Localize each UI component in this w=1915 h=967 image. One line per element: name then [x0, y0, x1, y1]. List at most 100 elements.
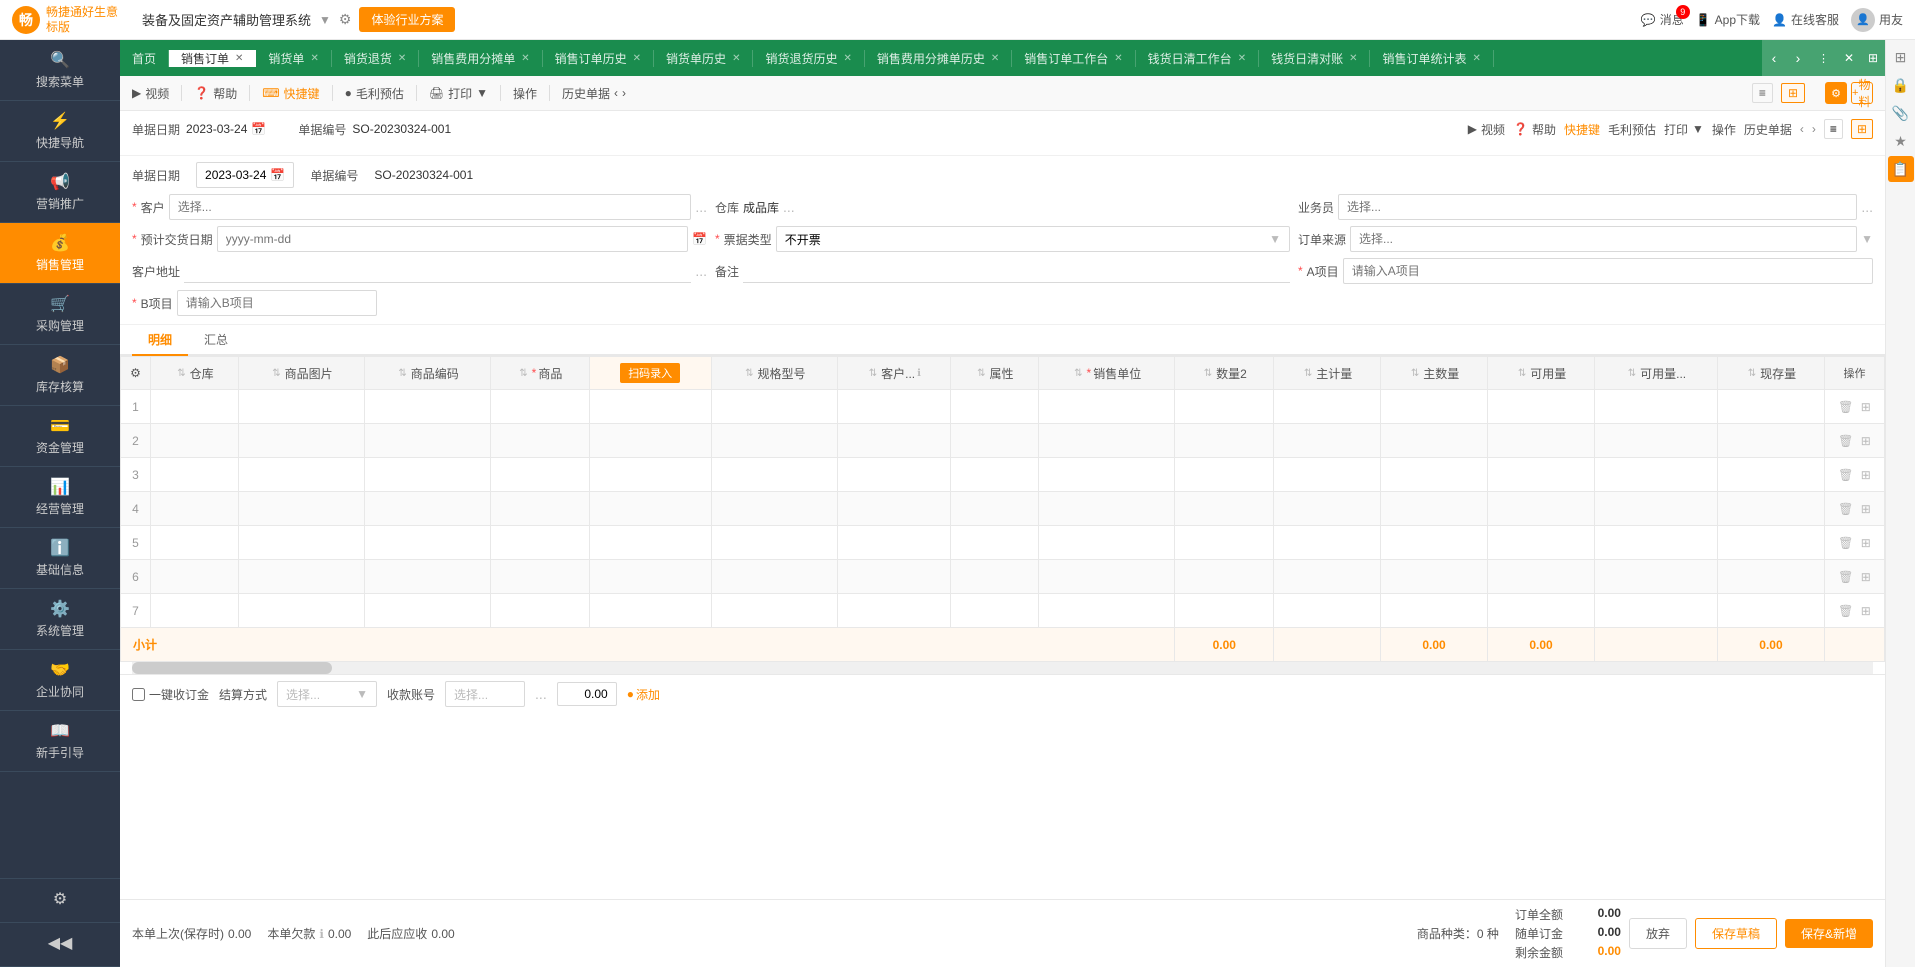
row-product-code-2[interactable] — [365, 424, 491, 458]
account-ellipsis[interactable]: ... — [535, 686, 547, 702]
row-main-qty-3[interactable] — [1381, 458, 1488, 492]
row-qty2-2[interactable] — [1175, 424, 1274, 458]
row-main-unit-2[interactable] — [1274, 424, 1381, 458]
row-main-qty-7[interactable] — [1381, 594, 1488, 628]
row-main-qty-5[interactable] — [1381, 526, 1488, 560]
row-attribute-1[interactable] — [950, 390, 1038, 424]
row-main-unit-1[interactable] — [1274, 390, 1381, 424]
col-product[interactable]: ⇅*商品 — [491, 357, 590, 390]
grid-view-btn2[interactable]: ⊞ — [1851, 119, 1873, 139]
row-product-6[interactable] — [491, 560, 590, 594]
row-stock-6[interactable] — [1717, 560, 1824, 594]
row-available-7[interactable] — [1488, 594, 1595, 628]
tab-summary[interactable]: 汇总 — [188, 325, 244, 356]
sidebar-item-3[interactable]: 💰销售管理 — [0, 223, 120, 284]
tab-more-btn[interactable]: ⋮ — [1810, 40, 1837, 76]
row-available-1[interactable] — [1488, 390, 1595, 424]
row-stock-7[interactable] — [1717, 594, 1824, 628]
scan-btn[interactable]: 扫码录入 — [620, 363, 680, 383]
row-product-code-1[interactable] — [365, 390, 491, 424]
row-product-code-3[interactable] — [365, 458, 491, 492]
row-action-2[interactable]: 🗑 ⊞ — [1825, 424, 1885, 458]
row-copy-4[interactable]: ⊞ — [1861, 502, 1871, 516]
row-available-5[interactable] — [1488, 526, 1595, 560]
row-sales-unit-3[interactable] — [1038, 458, 1175, 492]
row-product-img-1[interactable] — [238, 390, 364, 424]
col-scan[interactable]: 扫码录入 — [589, 357, 711, 390]
payment-method-select[interactable]: 选择... ▼ — [277, 681, 377, 707]
operation-btn[interactable]: 操作 — [513, 85, 537, 102]
list-view-btn[interactable]: ≡ — [1752, 83, 1773, 103]
row-main-qty-6[interactable] — [1381, 560, 1488, 594]
row-scan-7[interactable] — [589, 594, 711, 628]
col-product-img[interactable]: ⇅商品图片 — [238, 357, 364, 390]
sidebar-item-7[interactable]: 📊经营管理 — [0, 467, 120, 528]
row-product-code-7[interactable] — [365, 594, 491, 628]
history-btn2[interactable]: 历史单据 — [1744, 121, 1792, 138]
right-panel-icon5[interactable]: 📋 — [1888, 156, 1914, 182]
row-product-2[interactable] — [491, 424, 590, 458]
row-scan-5[interactable] — [589, 526, 711, 560]
row-attribute-2[interactable] — [950, 424, 1038, 458]
row-product-4[interactable] — [491, 492, 590, 526]
tab-close-2[interactable]: ✕ — [310, 53, 318, 64]
tab-10[interactable]: 钱货日清工作台✕ — [1136, 50, 1259, 67]
row-product-img-2[interactable] — [238, 424, 364, 458]
online-service-btn[interactable]: 👤 在线客服 — [1772, 11, 1839, 28]
row-action-6[interactable]: 🗑 ⊞ — [1825, 560, 1885, 594]
row-available-6[interactable] — [1488, 560, 1595, 594]
row-delete-7[interactable]: 🗑 — [1838, 604, 1853, 618]
shortcut-btn[interactable]: ⌨ 快捷键 — [262, 85, 319, 102]
tab-1[interactable]: 销售订单✕ — [169, 50, 256, 67]
row-product-img-4[interactable] — [238, 492, 364, 526]
horizontal-scrollbar[interactable] — [132, 662, 1873, 674]
b-project-input[interactable] — [177, 290, 377, 316]
delivery-input[interactable] — [217, 226, 688, 252]
row-delete-5[interactable]: 🗑 — [1838, 536, 1853, 550]
row-spec-7[interactable] — [711, 594, 837, 628]
messages-btn[interactable]: 💬 消息 9 — [1641, 11, 1684, 28]
row-attribute-6[interactable] — [950, 560, 1038, 594]
row-delete-1[interactable]: 🗑 — [1838, 400, 1853, 414]
tab-close-4[interactable]: ✕ — [521, 53, 529, 64]
row-qty2-7[interactable] — [1175, 594, 1274, 628]
row-attribute-5[interactable] — [950, 526, 1038, 560]
row-available2-6[interactable] — [1595, 560, 1718, 594]
row-sales-unit-2[interactable] — [1038, 424, 1175, 458]
row-spec-5[interactable] — [711, 526, 837, 560]
profit-btn2[interactable]: 毛利预估 — [1608, 121, 1656, 138]
staff-input[interactable] — [1338, 194, 1857, 220]
add-btn[interactable]: ● 添加 — [627, 686, 660, 703]
row-qty2-1[interactable] — [1175, 390, 1274, 424]
row-main-qty-2[interactable] — [1381, 424, 1488, 458]
list-view-btn2[interactable]: ≡ — [1824, 119, 1843, 139]
row-stock-5[interactable] — [1717, 526, 1824, 560]
row-spec-6[interactable] — [711, 560, 837, 594]
row-main-unit-4[interactable] — [1274, 492, 1381, 526]
col-gear[interactable]: ⚙ — [121, 357, 151, 390]
account-select[interactable]: 选择... — [445, 681, 525, 707]
row-main-unit-5[interactable] — [1274, 526, 1381, 560]
tab-11[interactable]: 钱货日清对账✕ — [1259, 50, 1370, 67]
customer-ellipsis[interactable]: ... — [695, 199, 707, 215]
row-attribute-4[interactable] — [950, 492, 1038, 526]
tab-close-1[interactable]: ✕ — [235, 53, 243, 64]
row-delete-2[interactable]: 🗑 — [1838, 434, 1853, 448]
row-product-3[interactable] — [491, 458, 590, 492]
row-copy-2[interactable]: ⊞ — [1861, 434, 1871, 448]
col-attribute[interactable]: ⇅属性 — [950, 357, 1038, 390]
row-sales-unit-1[interactable] — [1038, 390, 1175, 424]
sidebar-item-10[interactable]: 🤝企业协同 — [0, 650, 120, 711]
col-spec[interactable]: ⇅规格型号 — [711, 357, 837, 390]
row-available2-4[interactable] — [1595, 492, 1718, 526]
row-copy-7[interactable]: ⊞ — [1861, 604, 1871, 618]
tab-7[interactable]: 销货退货历史✕ — [753, 50, 864, 67]
tab-prev-btn[interactable]: ‹ — [1762, 40, 1786, 76]
save-draft-btn[interactable]: 保存草稿 — [1695, 918, 1777, 949]
row-customer-code-2[interactable] — [837, 424, 950, 458]
row-main-qty-1[interactable] — [1381, 390, 1488, 424]
row-available2-3[interactable] — [1595, 458, 1718, 492]
row-product-5[interactable] — [491, 526, 590, 560]
right-panel-icon4[interactable]: ★ — [1888, 128, 1914, 154]
amount-input[interactable] — [557, 682, 617, 706]
